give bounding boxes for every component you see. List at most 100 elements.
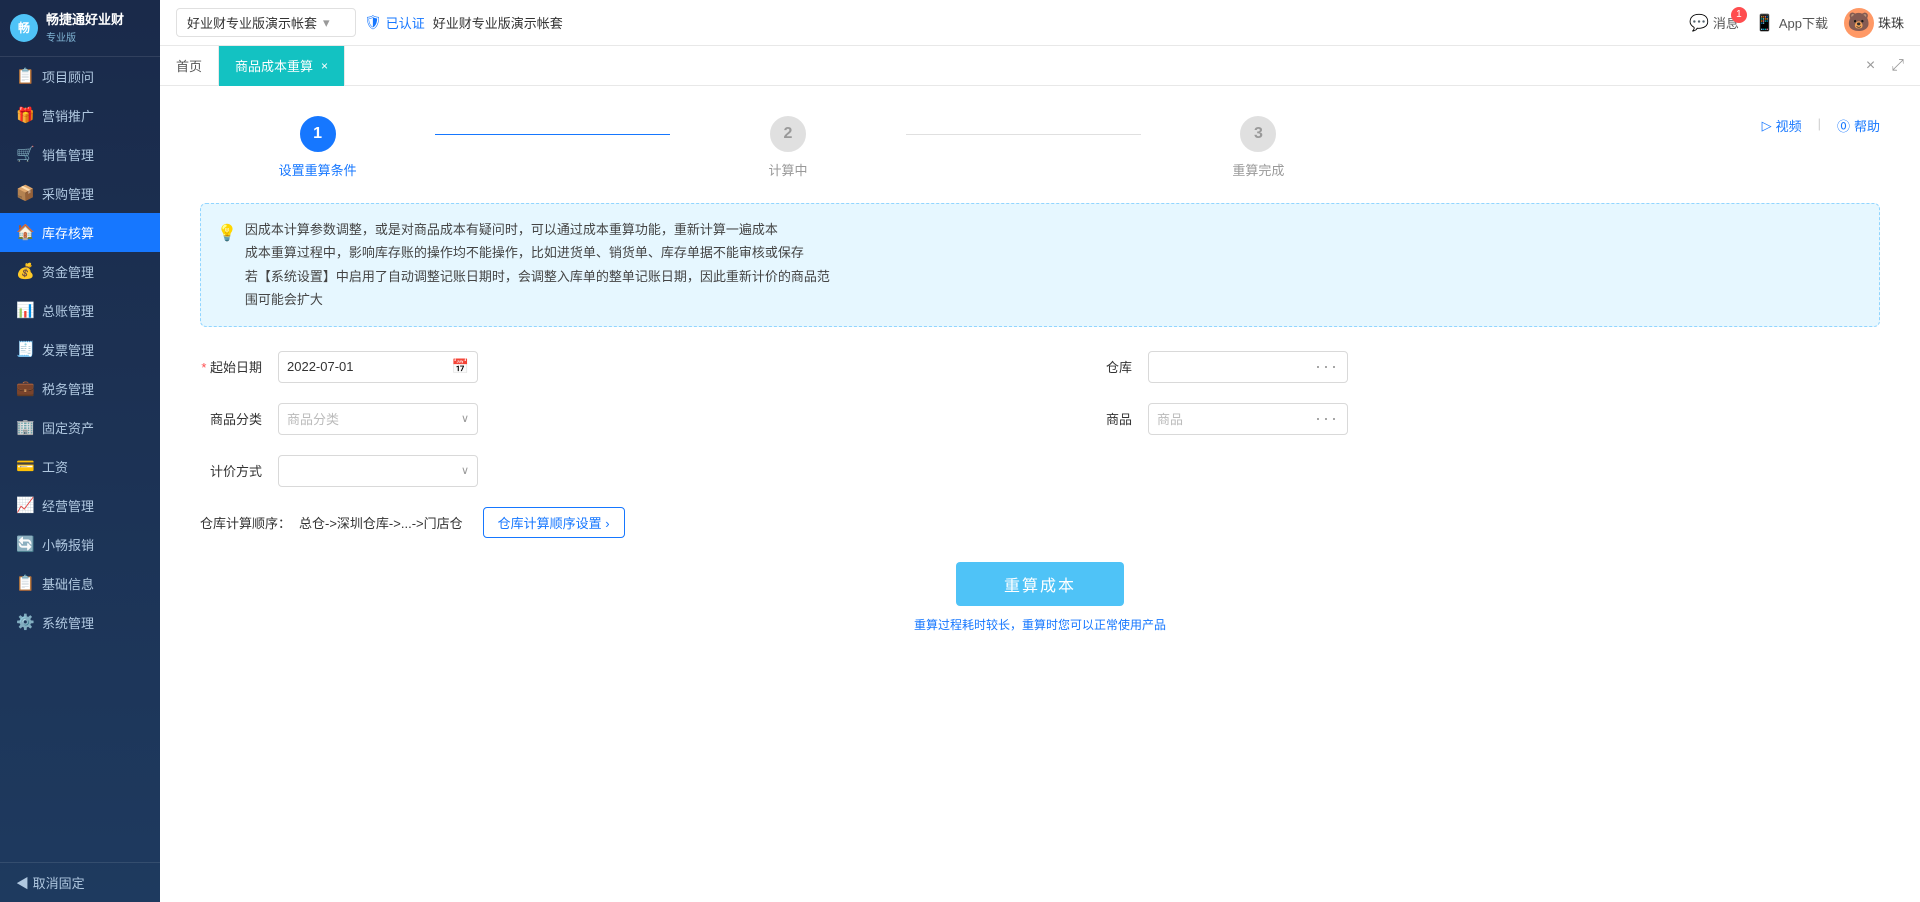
tab-close-icon[interactable]: ×: [321, 59, 328, 73]
notice-icon: 💡: [217, 220, 237, 312]
step-2: 2 计算中: [670, 116, 905, 179]
sidebar-item-system[interactable]: ⚙️ 系统管理: [0, 603, 160, 642]
warehouse-order-btn-label: 仓库计算顺序设置 ›: [498, 513, 610, 532]
goods-dots-icon[interactable]: ···: [1315, 408, 1339, 429]
video-icon: ▷: [1762, 118, 1772, 134]
warehouse-field: 仓库 ···: [1070, 351, 1880, 383]
category-label: 商品分类: [200, 409, 270, 428]
sidebar-item-label: 总账管理: [42, 301, 94, 320]
sidebar-item-label: 采购管理: [42, 184, 94, 203]
phone-icon: 📱: [1755, 13, 1775, 33]
sidebar-item-label: 基础信息: [42, 574, 94, 593]
purchase-icon: 📦: [16, 184, 34, 202]
verified-icon: 🛡: [364, 14, 382, 31]
expand-window-button[interactable]: ⤢: [1887, 53, 1908, 79]
sidebar-item-inventory[interactable]: 🏠 库存核算: [0, 213, 160, 252]
step-3-circle: 3: [1240, 116, 1276, 152]
sidebar-item-finance[interactable]: 💰 资金管理: [0, 252, 160, 291]
help-links: ▷ 视频 | ⓪ 帮助: [1762, 116, 1880, 135]
avatar: 🐻: [1844, 8, 1874, 38]
pricing-label: 计价方式: [200, 461, 270, 480]
sidebar-logo: 畅 畅捷通好业财 专业版: [0, 0, 160, 57]
invoice-icon: 🧾: [16, 340, 34, 358]
calendar-icon[interactable]: 📅: [452, 358, 469, 375]
sidebar-item-label: 系统管理: [42, 613, 94, 632]
account-arrow: ▾: [323, 15, 330, 31]
goods-field: 商品 商品 ···: [1070, 403, 1880, 435]
pricing-select[interactable]: ∨: [278, 455, 478, 487]
verified-text: 已认证: [386, 13, 425, 32]
notice-line-1: 因成本计算参数调整，或是对商品成本有疑问时，可以通过成本重算功能，重新计算一遍成…: [245, 218, 830, 241]
sidebar-item-sales[interactable]: 🛒 销售管理: [0, 135, 160, 174]
sales-icon: 🛒: [16, 145, 34, 163]
sidebar-item-label: 资金管理: [42, 262, 94, 281]
sidebar-item-label: 小畅报销: [42, 535, 94, 554]
form-row-2: 商品分类 商品分类 ∨ 商品 商品 ···: [200, 403, 1880, 435]
warehouse-input[interactable]: ···: [1148, 351, 1348, 383]
start-date-field: * 起始日期 2022-07-01 📅: [200, 351, 1010, 383]
tabbar-controls: × ⤢: [1850, 53, 1920, 79]
verified-badge: 🛡 已认证: [364, 13, 425, 32]
tab-home[interactable]: 首页: [160, 46, 219, 86]
topbar: 好业财专业版演示帐套 ▾ 🛡 已认证 好业财专业版演示帐套 💬 消息 1 📱 A…: [160, 0, 1920, 46]
category-select[interactable]: 商品分类 ∨: [278, 403, 478, 435]
sidebar-item-operations[interactable]: 📈 经营管理: [0, 486, 160, 525]
sidebar-item-project[interactable]: 📋 项目顾问: [0, 57, 160, 96]
app-download-button[interactable]: 📱 App下载: [1755, 13, 1828, 33]
operations-icon: 📈: [16, 496, 34, 514]
video-label: 视频: [1776, 116, 1802, 135]
close-window-button[interactable]: ×: [1862, 53, 1879, 79]
pricing-arrow: ∨: [461, 464, 469, 477]
recalc-hint: 重算过程耗时较长，重算时您可以正常使用产品: [914, 616, 1166, 633]
warehouse-label: 仓库: [1070, 357, 1140, 376]
step-1-label: 设置重算条件: [279, 160, 357, 179]
sidebar-item-invoice[interactable]: 🧾 发票管理: [0, 330, 160, 369]
warehouse-order-settings-button[interactable]: 仓库计算顺序设置 ›: [483, 507, 625, 538]
goods-input[interactable]: 商品 ···: [1148, 403, 1348, 435]
goods-placeholder: 商品: [1157, 409, 1183, 428]
sidebar-item-label: 项目顾问: [42, 67, 94, 86]
sidebar-item-tax[interactable]: 💼 税务管理: [0, 369, 160, 408]
sidebar-item-label: 营销推广: [42, 106, 94, 125]
notice-line-3: 若【系统设置】中启用了自动调整记账日期时，会调整入库单的整单记账日期，因此重新计…: [245, 265, 830, 288]
tab-recalc[interactable]: 商品成本重算 ×: [219, 46, 345, 86]
warehouse-dots-icon[interactable]: ···: [1315, 356, 1339, 377]
help-link[interactable]: ⓪ 帮助: [1837, 116, 1880, 135]
sidebar-item-marketing[interactable]: 🎁 营销推广: [0, 96, 160, 135]
sidebar-item-salary[interactable]: 💳 工资: [0, 447, 160, 486]
goods-label: 商品: [1070, 409, 1140, 428]
steps-container: 1 设置重算条件 2 计算中 3 重算完成: [200, 116, 1376, 179]
step-3-label: 重算完成: [1232, 160, 1284, 179]
help-label: 帮助: [1854, 116, 1880, 135]
accounting-icon: 📊: [16, 301, 34, 319]
start-date-input[interactable]: 2022-07-01 📅: [278, 351, 478, 383]
warehouse-order-row: 仓库计算顺序： 总仓->深圳仓库->...->门店仓 仓库计算顺序设置 ›: [200, 507, 1880, 538]
sidebar-item-label: 库存核算: [42, 223, 94, 242]
marketing-icon: 🎁: [16, 106, 34, 124]
message-button[interactable]: 💬 消息 1: [1689, 13, 1739, 33]
sidebar-item-label: 经营管理: [42, 496, 94, 515]
recalc-button[interactable]: 重算成本: [956, 562, 1124, 606]
sidebar-unpin-button[interactable]: ◀ 取消固定: [0, 862, 160, 902]
form-row-1: * 起始日期 2022-07-01 📅 仓库 ···: [200, 351, 1880, 383]
sidebar-item-expense[interactable]: 🔄 小畅报销: [0, 525, 160, 564]
system-icon: ⚙️: [16, 613, 34, 631]
app-subtitle: 专业版: [46, 29, 124, 44]
video-link[interactable]: ▷ 视频: [1762, 116, 1802, 135]
sidebar-item-purchase[interactable]: 📦 采购管理: [0, 174, 160, 213]
tab-recalc-label: 商品成本重算: [235, 56, 313, 75]
sidebar-item-assets[interactable]: 🏢 固定资产: [0, 408, 160, 447]
step-3: 3 重算完成: [1141, 116, 1376, 179]
category-arrow: ∨: [461, 412, 469, 425]
sidebar-item-basic[interactable]: 📋 基础信息: [0, 564, 160, 603]
step-connector-1: [435, 134, 670, 135]
message-icon: 💬: [1689, 13, 1709, 33]
user-profile[interactable]: 🐻 珠珠: [1844, 8, 1904, 38]
start-date-label: * 起始日期: [200, 357, 270, 376]
finance-icon: 💰: [16, 262, 34, 280]
account-selector[interactable]: 好业财专业版演示帐套 ▾: [176, 8, 356, 37]
help-circle-icon: ⓪: [1837, 116, 1850, 135]
assets-icon: 🏢: [16, 418, 34, 436]
sidebar-item-accounting[interactable]: 📊 总账管理: [0, 291, 160, 330]
pricing-field: 计价方式 ∨: [200, 455, 1010, 487]
